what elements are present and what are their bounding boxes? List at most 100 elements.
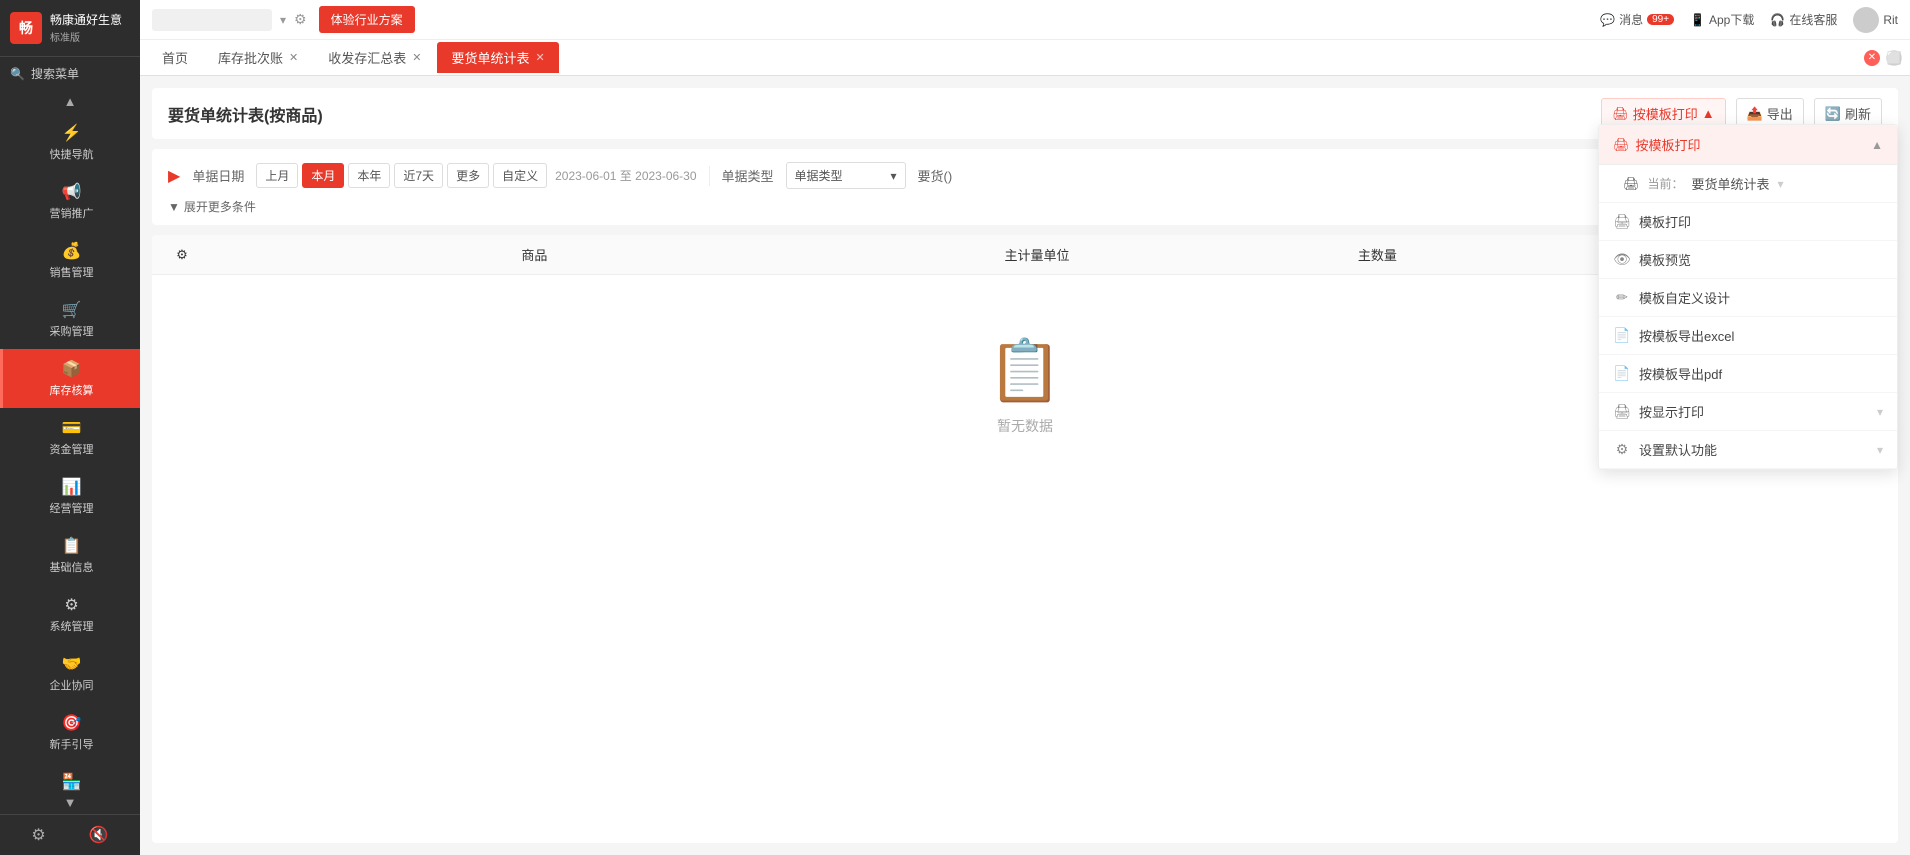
dropdown-template-print[interactable]: 🖨 模板打印 xyxy=(1599,203,1897,241)
print-dropdown-panel: 🖨 按模板打印 ▲ 🖨 当前： 要货单统计表 ▾ 🖨 模板打印 👁 模板预览 xyxy=(1598,124,1898,470)
tab-order-stats[interactable]: 要货单统计表 ✕ xyxy=(437,42,558,73)
template-excel-label: 按模板导出excel xyxy=(1639,326,1883,345)
date-btn-custom[interactable]: 自定义 xyxy=(493,163,547,188)
dropdown-set-default[interactable]: ⚙ 设置默认功能 ▾ xyxy=(1599,431,1897,469)
sidebar: 畅 畅康通好生意 标准版 🔍 搜索菜单 ▲ ⚡ 快捷导航 📢 营销推广 💰 销售… xyxy=(0,0,140,855)
sidebar-item-sales[interactable]: 💰 销售管理 xyxy=(0,231,140,290)
dropdown-template-pdf[interactable]: 📄 按模板导出pdf xyxy=(1599,355,1897,393)
sidebar-item-purchase[interactable]: 🛒 采购管理 xyxy=(0,290,140,349)
filter-expand-icon[interactable]: ▶ xyxy=(168,166,180,186)
date-btn-this-month[interactable]: 本月 xyxy=(302,163,344,188)
window-close-btn[interactable]: ✕ xyxy=(1864,50,1880,66)
settings-bottom-icon[interactable]: ⚙ xyxy=(31,825,45,845)
topbar: ▾ ⚙ 体验行业方案 💬 消息 99+ 📱 App下载 🎧 在线客服 Rit xyxy=(140,0,1910,40)
logo-icon: 畅 xyxy=(10,12,42,44)
headset-icon: 🎧 xyxy=(1770,13,1785,27)
user-avatar-area[interactable]: Rit xyxy=(1853,7,1898,33)
empty-text: 暂无数据 xyxy=(997,416,1053,436)
dropdown-collapse-btn[interactable]: ▲ xyxy=(1871,138,1883,152)
type-filter-select[interactable]: 单据类型 ▾ xyxy=(786,162,906,189)
template-design-label: 模板自定义设计 xyxy=(1639,288,1883,307)
messages-icon: 💬 xyxy=(1600,13,1615,27)
table-settings-icon[interactable]: ⚙ xyxy=(176,247,188,262)
finance-icon: 💳 xyxy=(62,418,82,438)
sidebar-item-operations[interactable]: 📊 经营管理 xyxy=(0,467,140,526)
sidebar-item-basic[interactable]: 📋 基础信息 xyxy=(0,526,140,585)
enterprise-icon: 🤝 xyxy=(62,654,82,674)
dropdown-display-print[interactable]: 🖨 按显示打印 ▾ xyxy=(1599,393,1897,431)
sidebar-item-quick-nav[interactable]: ⚡ 快捷导航 xyxy=(0,113,140,172)
template-excel-icon: 📄 xyxy=(1613,327,1631,344)
search-menu-item[interactable]: 🔍 搜索菜单 xyxy=(0,57,140,90)
tab-home-label: 首页 xyxy=(162,48,188,67)
guide-icon: 🎯 xyxy=(62,713,82,733)
tab-home[interactable]: 首页 xyxy=(148,42,202,73)
print-label: 按模板打印 xyxy=(1633,104,1698,123)
dropdown-current-item[interactable]: 🖨 当前： 要货单统计表 ▾ xyxy=(1599,165,1897,203)
tab-batch-account[interactable]: 库存批次账 ✕ xyxy=(204,42,312,73)
template-print-label: 模板打印 xyxy=(1639,212,1883,231)
dropdown-template-excel[interactable]: 📄 按模板导出excel xyxy=(1599,317,1897,355)
tabs-bar: 首页 库存批次账 ✕ 收发存汇总表 ✕ 要货单统计表 ✕ ✕ ⬜ xyxy=(140,40,1910,76)
main-area: ▾ ⚙ 体验行业方案 💬 消息 99+ 📱 App下载 🎧 在线客服 Rit xyxy=(140,0,1910,855)
date-btn-7days[interactable]: 近7天 xyxy=(394,163,443,188)
topbar-right: 💬 消息 99+ 📱 App下载 🎧 在线客服 Rit xyxy=(1600,7,1898,33)
tab-batch-account-close[interactable]: ✕ xyxy=(289,51,298,64)
system-icon: ⚙ xyxy=(64,595,78,615)
app-download-btn[interactable]: 📱 App下载 xyxy=(1690,11,1754,28)
messages-btn[interactable]: 💬 消息 99+ xyxy=(1600,11,1674,28)
sidebar-item-enterprise[interactable]: 🤝 企业协同 xyxy=(0,644,140,703)
date-btn-last-month[interactable]: 上月 xyxy=(256,163,298,188)
audio-bottom-icon[interactable]: 🔇 xyxy=(89,825,109,845)
topbar-dropdown-btn[interactable]: ▾ xyxy=(280,13,286,27)
logo-badge: 标准版 xyxy=(50,29,122,44)
trial-btn[interactable]: 体验行业方案 xyxy=(319,6,415,33)
tab-receipt-summary[interactable]: 收发存汇总表 ✕ xyxy=(314,42,435,73)
scroll-down-btn[interactable]: ▼ xyxy=(0,791,140,814)
window-max-btn[interactable]: ⬜ xyxy=(1886,50,1902,66)
sidebar-item-label: 基础信息 xyxy=(50,559,94,575)
tab-order-stats-close[interactable]: ✕ xyxy=(536,51,545,64)
template-pdf-label: 按模板导出pdf xyxy=(1639,364,1883,383)
sidebar-item-guide[interactable]: 🎯 新手引导 xyxy=(0,703,140,762)
export-icon: 📤 xyxy=(1747,106,1763,122)
refresh-icon: 🔄 xyxy=(1825,106,1841,122)
sidebar-item-label: 企业协同 xyxy=(50,677,94,693)
date-btn-this-year[interactable]: 本年 xyxy=(348,163,390,188)
dropdown-template-preview[interactable]: 👁 模板预览 xyxy=(1599,241,1897,279)
sidebar-item-system[interactable]: ⚙ 系统管理 xyxy=(0,585,140,644)
dropdown-title: 按模板打印 xyxy=(1636,135,1701,154)
table-col-unit: 主计量单位 xyxy=(867,235,1207,274)
expand-more-icon: ▼ xyxy=(168,200,180,214)
tab-receipt-summary-label: 收发存汇总表 xyxy=(328,48,406,67)
dropdown-template-design[interactable]: ✏ 模板自定义设计 xyxy=(1599,279,1897,317)
online-service-btn[interactable]: 🎧 在线客服 xyxy=(1770,11,1837,28)
dropdown-current-label: 当前： xyxy=(1648,175,1684,192)
type-filter-chevron-icon: ▾ xyxy=(891,169,897,183)
sidebar-item-label: 快捷导航 xyxy=(50,146,94,162)
table-col-settings[interactable]: ⚙ xyxy=(162,237,202,273)
tab-receipt-summary-close[interactable]: ✕ xyxy=(412,51,421,64)
template-print-icon: 🖨 xyxy=(1613,213,1631,230)
set-default-label: 设置默认功能 xyxy=(1639,440,1869,459)
template-preview-label: 模板预览 xyxy=(1639,250,1883,269)
quick-nav-icon: ⚡ xyxy=(62,123,82,143)
set-default-arrow: ▾ xyxy=(1877,443,1883,457)
inventory-icon: 📦 xyxy=(62,359,82,379)
sidebar-item-label: 库存核算 xyxy=(50,382,94,398)
filter-divider xyxy=(709,166,710,186)
display-print-arrow: ▾ xyxy=(1877,405,1883,419)
sales-icon: 💰 xyxy=(62,241,82,261)
topbar-gear-icon[interactable]: ⚙ xyxy=(294,11,307,28)
type-filter-label: 单据类型 xyxy=(722,166,774,185)
marketing-icon: 📢 xyxy=(62,182,82,202)
date-btn-more[interactable]: 更多 xyxy=(447,163,489,188)
sidebar-item-marketing[interactable]: 📢 营销推广 xyxy=(0,172,140,231)
online-service-label: 在线客服 xyxy=(1789,11,1837,28)
topbar-search-input[interactable] xyxy=(152,9,272,31)
sidebar-item-finance[interactable]: 💳 资金管理 xyxy=(0,408,140,467)
sidebar-item-inventory[interactable]: 📦 库存核算 xyxy=(0,349,140,408)
date-range-display: 2023-06-01 至 2023-06-30 xyxy=(555,167,696,184)
scroll-up-btn[interactable]: ▲ xyxy=(0,90,140,113)
sidebar-item-appstore[interactable]: 🏪 应用中心 xyxy=(0,762,140,791)
